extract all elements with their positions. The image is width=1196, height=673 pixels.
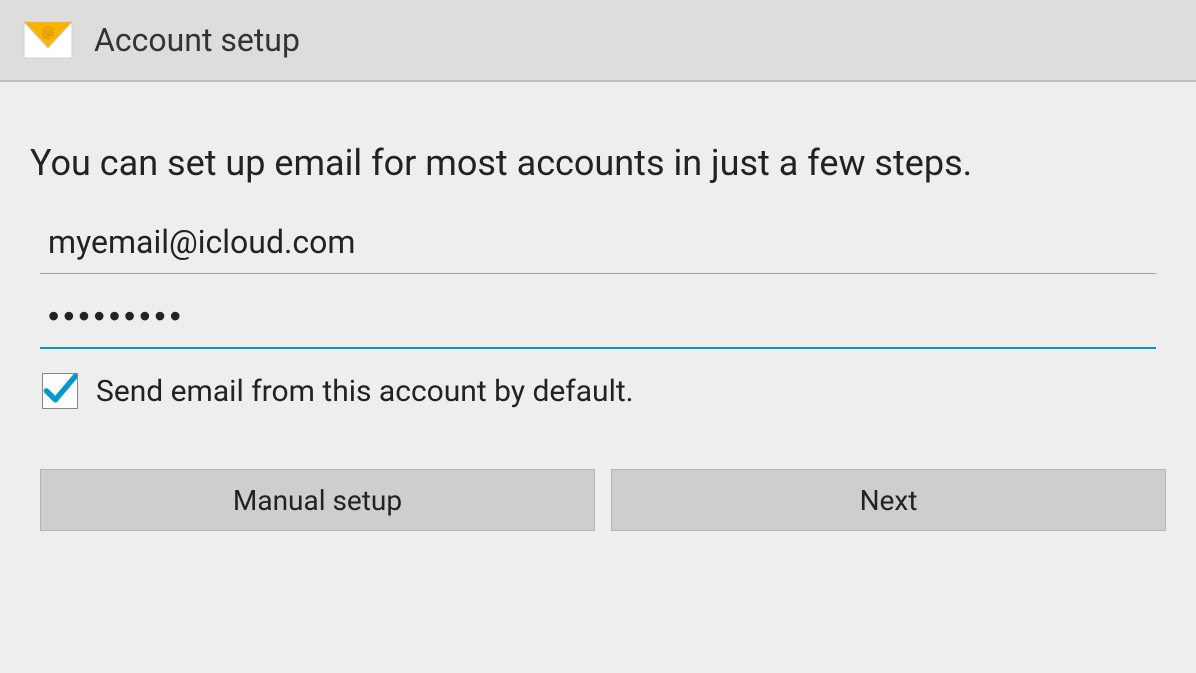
svg-text:@: @ [42, 24, 55, 40]
action-bar: @ Account setup [0, 0, 1196, 82]
content-area: You can set up email for most accounts i… [0, 82, 1196, 531]
manual-setup-button[interactable]: Manual setup [40, 469, 595, 531]
page-title: Account setup [94, 21, 300, 59]
default-account-checkbox-row[interactable]: Send email from this account by default. [42, 373, 1166, 409]
next-button[interactable]: Next [611, 469, 1166, 531]
email-field[interactable] [40, 213, 1156, 274]
button-row: Manual setup Next [40, 469, 1166, 531]
password-field[interactable] [40, 288, 1156, 349]
email-app-icon: @ [20, 12, 76, 68]
setup-headline: You can set up email for most accounts i… [30, 142, 1166, 185]
checkbox-icon[interactable] [42, 373, 78, 409]
default-account-checkbox-label: Send email from this account by default. [96, 374, 634, 409]
